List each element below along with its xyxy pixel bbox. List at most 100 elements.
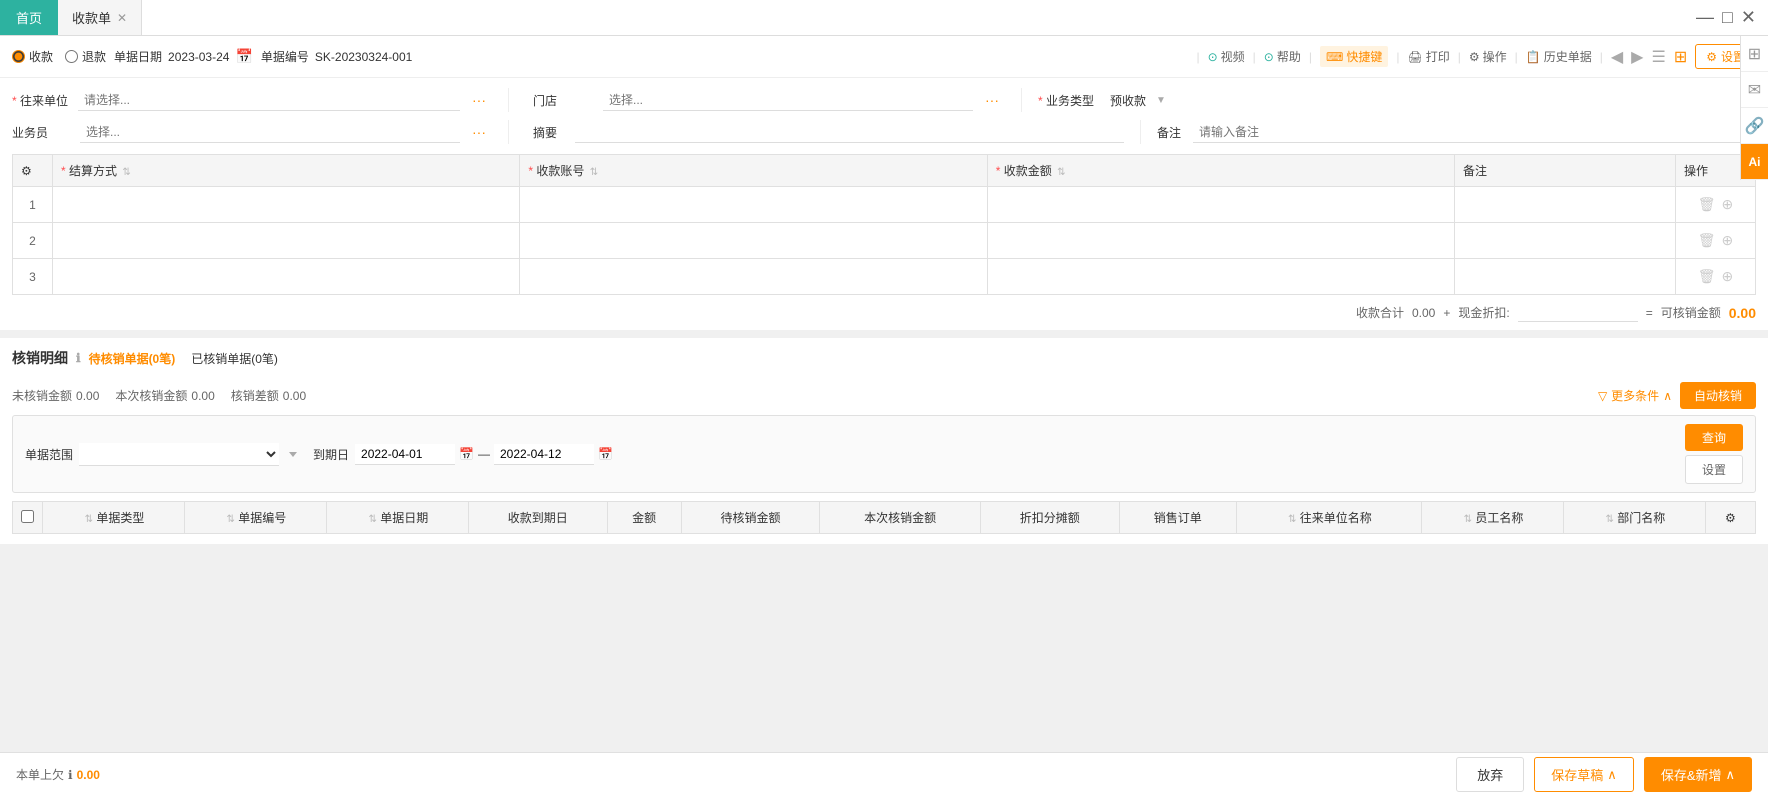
- store-input[interactable]: [603, 90, 973, 111]
- print-link[interactable]: 🖨打印: [1407, 48, 1449, 65]
- settings-gear-icon: ⚙: [1706, 50, 1717, 64]
- grid-icon[interactable]: ⊞: [1674, 47, 1687, 67]
- nav-prev-icon[interactable]: ◀: [1611, 47, 1623, 67]
- row-amount-3[interactable]: [987, 259, 1454, 295]
- row-amount-1[interactable]: [987, 187, 1454, 223]
- row-actions-3: 🗑 ⊕: [1676, 259, 1756, 295]
- divider-2: [1021, 88, 1022, 112]
- this-order-info-icon[interactable]: ℹ: [68, 768, 73, 782]
- abandon-button[interactable]: 放弃: [1456, 757, 1524, 792]
- help-link[interactable]: ⊙帮助: [1264, 48, 1301, 65]
- tuikuan-radio[interactable]: 退款: [65, 48, 106, 65]
- table-row: 1 🗑 ⊕: [13, 187, 1756, 223]
- window-minimize-icon[interactable]: —: [1696, 7, 1714, 28]
- summary-input[interactable]: [575, 122, 1124, 143]
- more-conditions-btn[interactable]: ▽ 更多条件 ∧: [1598, 387, 1672, 404]
- row-copy-icon-1[interactable]: ⊕: [1722, 196, 1734, 213]
- save-new-button[interactable]: 保存&新增 ∧: [1644, 757, 1752, 792]
- right-panel-ai-icon[interactable]: Ai: [1741, 144, 1768, 180]
- th-amount: * 收款金额 ⇅: [987, 155, 1454, 187]
- row-account-3[interactable]: [520, 259, 987, 295]
- remarks-input[interactable]: [1193, 122, 1756, 143]
- end-date-input[interactable]: [494, 444, 594, 465]
- staff-input[interactable]: [80, 122, 460, 143]
- video-link[interactable]: ⊙视频: [1208, 48, 1245, 65]
- start-date-input[interactable]: [355, 444, 455, 465]
- receipt-type-radio-group: 收款 退款: [12, 48, 106, 65]
- row-settlement-3[interactable]: [53, 259, 520, 295]
- calendar-start-icon[interactable]: 📅: [459, 447, 474, 461]
- available-label: 可核销金额: [1661, 304, 1721, 321]
- remarks-section: 备注: [1157, 122, 1756, 143]
- th-discount: 折扣分摊额: [980, 502, 1119, 534]
- row-remark-2[interactable]: [1455, 223, 1676, 259]
- recon-stats-row: 未核销金额 0.00 本次核销金额 0.00 核销差额 0.00 ▽ 更多条件 …: [12, 376, 1756, 415]
- date-calendar-icon[interactable]: 📅: [235, 48, 252, 65]
- recon-info-icon[interactable]: ℹ: [76, 351, 81, 365]
- row-remark-3[interactable]: [1455, 259, 1676, 295]
- row-num-3: 3: [13, 259, 53, 295]
- sum-label: 收款合计: [1356, 304, 1404, 321]
- discount-input[interactable]: [1518, 303, 1638, 322]
- sort-settlement-icon[interactable]: ⇅: [122, 167, 130, 178]
- tuikuan-radio-input[interactable]: [65, 50, 78, 63]
- tab-close-icon[interactable]: ✕: [117, 11, 127, 25]
- operations-link[interactable]: ⚙操作: [1469, 48, 1507, 65]
- staff-more-icon[interactable]: ···: [466, 124, 492, 140]
- recon-section: 核销明细 ℹ 待核销单据(0笔) 已核销单据(0笔) 未核销金额 0.00 本次…: [0, 338, 1768, 544]
- sort-account-icon[interactable]: ⇅: [590, 167, 598, 178]
- right-panel-link-icon[interactable]: 🔗: [1741, 108, 1768, 144]
- filter-settings-button[interactable]: 设置: [1685, 455, 1743, 484]
- shoukuan-radio-input[interactable]: [12, 50, 25, 63]
- done-tab[interactable]: 已核销单据(0笔): [191, 350, 278, 367]
- equals-label: =: [1646, 306, 1653, 320]
- window-close-icon[interactable]: ✕: [1741, 7, 1756, 28]
- right-panel-email-icon[interactable]: ✉: [1741, 72, 1768, 108]
- auto-recon-button[interactable]: 自动核销: [1680, 382, 1756, 409]
- counterparty-input[interactable]: [78, 90, 460, 111]
- nav-home-button[interactable]: 首页: [0, 0, 58, 35]
- table-settings-icon[interactable]: ⚙: [13, 155, 53, 187]
- row-num-2: 2: [13, 223, 53, 259]
- th-doc-num: ⇅ 单据编号: [184, 502, 326, 534]
- query-button[interactable]: 查询: [1685, 424, 1743, 451]
- select-all-checkbox[interactable]: [21, 510, 34, 523]
- history-link[interactable]: 📋历史单据: [1526, 48, 1592, 65]
- filter-btn-group: 查询 设置: [1685, 424, 1743, 484]
- sum-value: 0.00: [1412, 306, 1435, 320]
- form-row-1: * 往来单位 ··· 门店 ··· * 业务类型 预收款: [12, 88, 1756, 112]
- row-delete-icon-3[interactable]: 🗑: [1698, 268, 1716, 285]
- business-type-chevron[interactable]: ▼: [1156, 95, 1166, 106]
- row-amount-2[interactable]: [987, 223, 1454, 259]
- row-account-1[interactable]: [520, 187, 987, 223]
- right-panel-table-icon[interactable]: ⊞: [1741, 36, 1768, 72]
- pending-tab[interactable]: 待核销单据(0笔): [89, 350, 176, 367]
- stat-diff: 核销差额 0.00: [231, 387, 306, 404]
- list-icon[interactable]: ☰: [1651, 47, 1665, 67]
- th-counterparty: ⇅ 往来单位名称: [1236, 502, 1421, 534]
- window-maximize-icon[interactable]: □: [1722, 7, 1733, 28]
- row-copy-icon-2[interactable]: ⊕: [1722, 232, 1734, 249]
- divider-3: [508, 120, 509, 144]
- row-settlement-2[interactable]: [53, 223, 520, 259]
- store-more-icon[interactable]: ···: [979, 92, 1005, 108]
- operations-icon: ⚙: [1469, 50, 1480, 64]
- stat-uncancelled: 未核销金额 0.00: [12, 387, 99, 404]
- sort-amount-icon[interactable]: ⇅: [1057, 167, 1065, 178]
- shortcut-link[interactable]: ⌨快捷键: [1320, 46, 1388, 67]
- row-remark-1[interactable]: [1455, 187, 1676, 223]
- th-gear-bottom[interactable]: ⚙: [1705, 502, 1755, 534]
- nav-next-icon[interactable]: ▶: [1631, 47, 1643, 67]
- row-delete-icon-2[interactable]: 🗑: [1698, 232, 1716, 249]
- th-remark: 备注: [1455, 155, 1676, 187]
- shoukuan-radio[interactable]: 收款: [12, 48, 53, 65]
- calendar-end-icon[interactable]: 📅: [598, 447, 613, 461]
- row-account-2[interactable]: [520, 223, 987, 259]
- nav-tab-shoukuan[interactable]: 收款单 ✕: [58, 0, 142, 35]
- row-copy-icon-3[interactable]: ⊕: [1722, 268, 1734, 285]
- range-select[interactable]: [79, 443, 279, 466]
- save-draft-button[interactable]: 保存草稿 ∧: [1534, 757, 1634, 792]
- counterparty-more-icon[interactable]: ···: [466, 92, 492, 108]
- row-delete-icon-1[interactable]: 🗑: [1698, 196, 1716, 213]
- row-settlement-1[interactable]: [53, 187, 520, 223]
